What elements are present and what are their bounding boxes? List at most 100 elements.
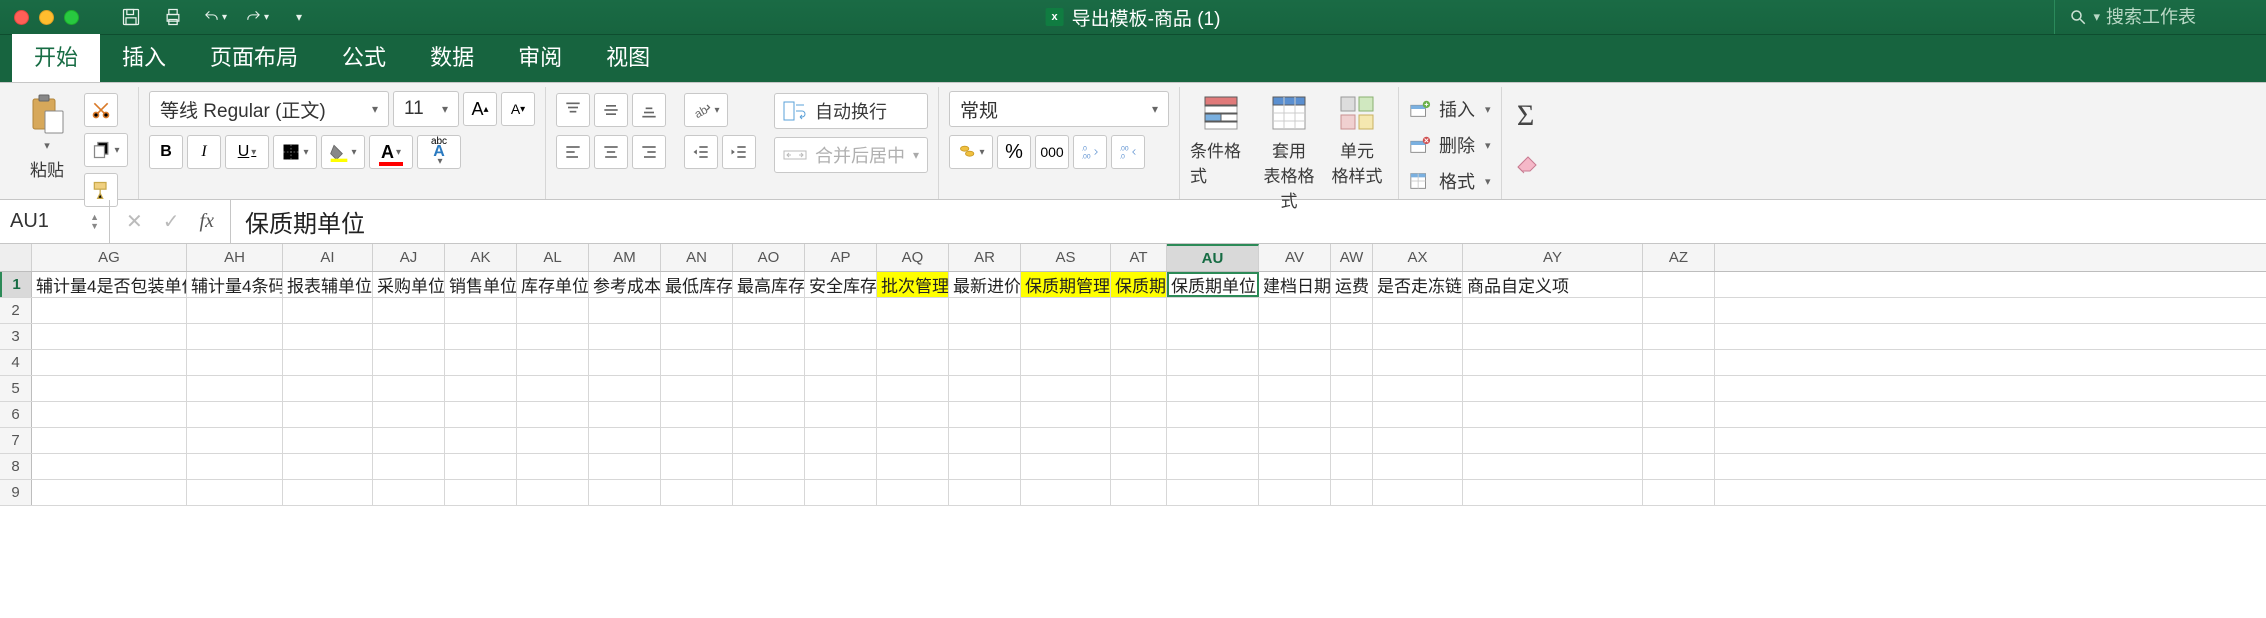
enter-formula-button[interactable]: ✓ <box>163 209 180 234</box>
column-header-AU[interactable]: AU <box>1167 244 1259 271</box>
comma-button[interactable]: 000 <box>1035 135 1069 169</box>
cell-AQ1[interactable]: 批次管理 <box>877 272 949 297</box>
cell-AL1[interactable]: 库存单位 <box>517 272 589 297</box>
cell-AR6[interactable] <box>949 402 1021 427</box>
cell-AU4[interactable] <box>1167 350 1259 375</box>
cell-AV9[interactable] <box>1259 480 1331 505</box>
fill-color-button[interactable] <box>321 135 365 169</box>
align-bottom-button[interactable] <box>632 93 666 127</box>
cell-AG4[interactable] <box>32 350 187 375</box>
phonetic-button[interactable]: abcA <box>417 135 461 169</box>
column-header-AR[interactable]: AR <box>949 244 1021 271</box>
cell-AH9[interactable] <box>187 480 283 505</box>
cell-AN3[interactable] <box>661 324 733 349</box>
minimize-window-button[interactable] <box>39 10 54 25</box>
cell-AL6[interactable] <box>517 402 589 427</box>
increase-decimal-button[interactable]: .0.00 <box>1073 135 1107 169</box>
cell-AQ5[interactable] <box>877 376 949 401</box>
cell-AM3[interactable] <box>589 324 661 349</box>
cell-AY4[interactable] <box>1463 350 1643 375</box>
cell-AN8[interactable] <box>661 454 733 479</box>
underline-button[interactable]: U <box>225 135 269 169</box>
cell-AP6[interactable] <box>805 402 877 427</box>
cell-AT2[interactable] <box>1111 298 1167 323</box>
cell-AV5[interactable] <box>1259 376 1331 401</box>
cell-AO7[interactable] <box>733 428 805 453</box>
tab-home[interactable]: 开始 <box>12 30 100 82</box>
cell-AM6[interactable] <box>589 402 661 427</box>
cell-AN9[interactable] <box>661 480 733 505</box>
cell-AV3[interactable] <box>1259 324 1331 349</box>
tab-formulas[interactable]: 公式 <box>320 30 408 82</box>
cell-AG3[interactable] <box>32 324 187 349</box>
cell-AL2[interactable] <box>517 298 589 323</box>
cell-AZ2[interactable] <box>1643 298 1715 323</box>
tab-insert[interactable]: 插入 <box>100 30 188 82</box>
cell-AU7[interactable] <box>1167 428 1259 453</box>
cell-AP7[interactable] <box>805 428 877 453</box>
cell-AY1[interactable]: 商品自定义项 <box>1463 272 1643 297</box>
name-box-stepper[interactable]: ▲▼ <box>90 213 99 231</box>
cell-AH5[interactable] <box>187 376 283 401</box>
cell-AS4[interactable] <box>1021 350 1111 375</box>
bold-button[interactable]: B <box>149 135 183 169</box>
cell-AR2[interactable] <box>949 298 1021 323</box>
row-header-3[interactable]: 3 <box>0 324 32 349</box>
redo-button[interactable]: ▾ <box>245 5 269 29</box>
cell-AR8[interactable] <box>949 454 1021 479</box>
cell-AS8[interactable] <box>1021 454 1111 479</box>
align-right-button[interactable] <box>632 135 666 169</box>
cell-AI5[interactable] <box>283 376 373 401</box>
table-format-button[interactable]: 套用 表格格式 <box>1258 91 1320 212</box>
column-header-AS[interactable]: AS <box>1021 244 1111 271</box>
cell-AT8[interactable] <box>1111 454 1167 479</box>
cell-AM1[interactable]: 参考成本 <box>589 272 661 297</box>
wrap-text-button[interactable]: 自动换行 <box>774 93 928 129</box>
cell-AJ6[interactable] <box>373 402 445 427</box>
cell-AL9[interactable] <box>517 480 589 505</box>
cell-AY6[interactable] <box>1463 402 1643 427</box>
font-size-combo[interactable]: 11▾ <box>393 91 459 127</box>
cell-AJ9[interactable] <box>373 480 445 505</box>
cell-AI6[interactable] <box>283 402 373 427</box>
cell-AI1[interactable]: 报表辅单位 <box>283 272 373 297</box>
cell-AW1[interactable]: 运费 <box>1331 272 1373 297</box>
cell-AZ8[interactable] <box>1643 454 1715 479</box>
cell-AX8[interactable] <box>1373 454 1463 479</box>
fx-button[interactable]: fx <box>200 210 214 233</box>
cell-AM7[interactable] <box>589 428 661 453</box>
cell-AV2[interactable] <box>1259 298 1331 323</box>
cell-AK6[interactable] <box>445 402 517 427</box>
cell-AS7[interactable] <box>1021 428 1111 453</box>
italic-button[interactable]: I <box>187 135 221 169</box>
row-header-2[interactable]: 2 <box>0 298 32 323</box>
column-header-AM[interactable]: AM <box>589 244 661 271</box>
cell-AR1[interactable]: 最新进价 <box>949 272 1021 297</box>
cell-AN5[interactable] <box>661 376 733 401</box>
cell-AZ4[interactable] <box>1643 350 1715 375</box>
orientation-button[interactable]: ab <box>684 93 728 127</box>
row-header-6[interactable]: 6 <box>0 402 32 427</box>
row-header-8[interactable]: 8 <box>0 454 32 479</box>
cell-AK1[interactable]: 销售单位 <box>445 272 517 297</box>
cell-AX1[interactable]: 是否走冻链 <box>1373 272 1463 297</box>
cell-AP2[interactable] <box>805 298 877 323</box>
cell-AT5[interactable] <box>1111 376 1167 401</box>
cell-AI2[interactable] <box>283 298 373 323</box>
cell-AX3[interactable] <box>1373 324 1463 349</box>
cell-AT7[interactable] <box>1111 428 1167 453</box>
cell-AZ9[interactable] <box>1643 480 1715 505</box>
currency-button[interactable] <box>949 135 993 169</box>
cell-AL3[interactable] <box>517 324 589 349</box>
cell-AQ9[interactable] <box>877 480 949 505</box>
column-header-AQ[interactable]: AQ <box>877 244 949 271</box>
cell-AJ3[interactable] <box>373 324 445 349</box>
percent-button[interactable]: % <box>997 135 1031 169</box>
search-input[interactable] <box>2106 7 2256 28</box>
cell-AG8[interactable] <box>32 454 187 479</box>
cell-AM5[interactable] <box>589 376 661 401</box>
increase-font-button[interactable]: A▴ <box>463 92 497 126</box>
select-all-corner[interactable] <box>0 244 32 271</box>
cell-AG5[interactable] <box>32 376 187 401</box>
delete-cells-button[interactable]: 删除▾ <box>1409 129 1491 161</box>
